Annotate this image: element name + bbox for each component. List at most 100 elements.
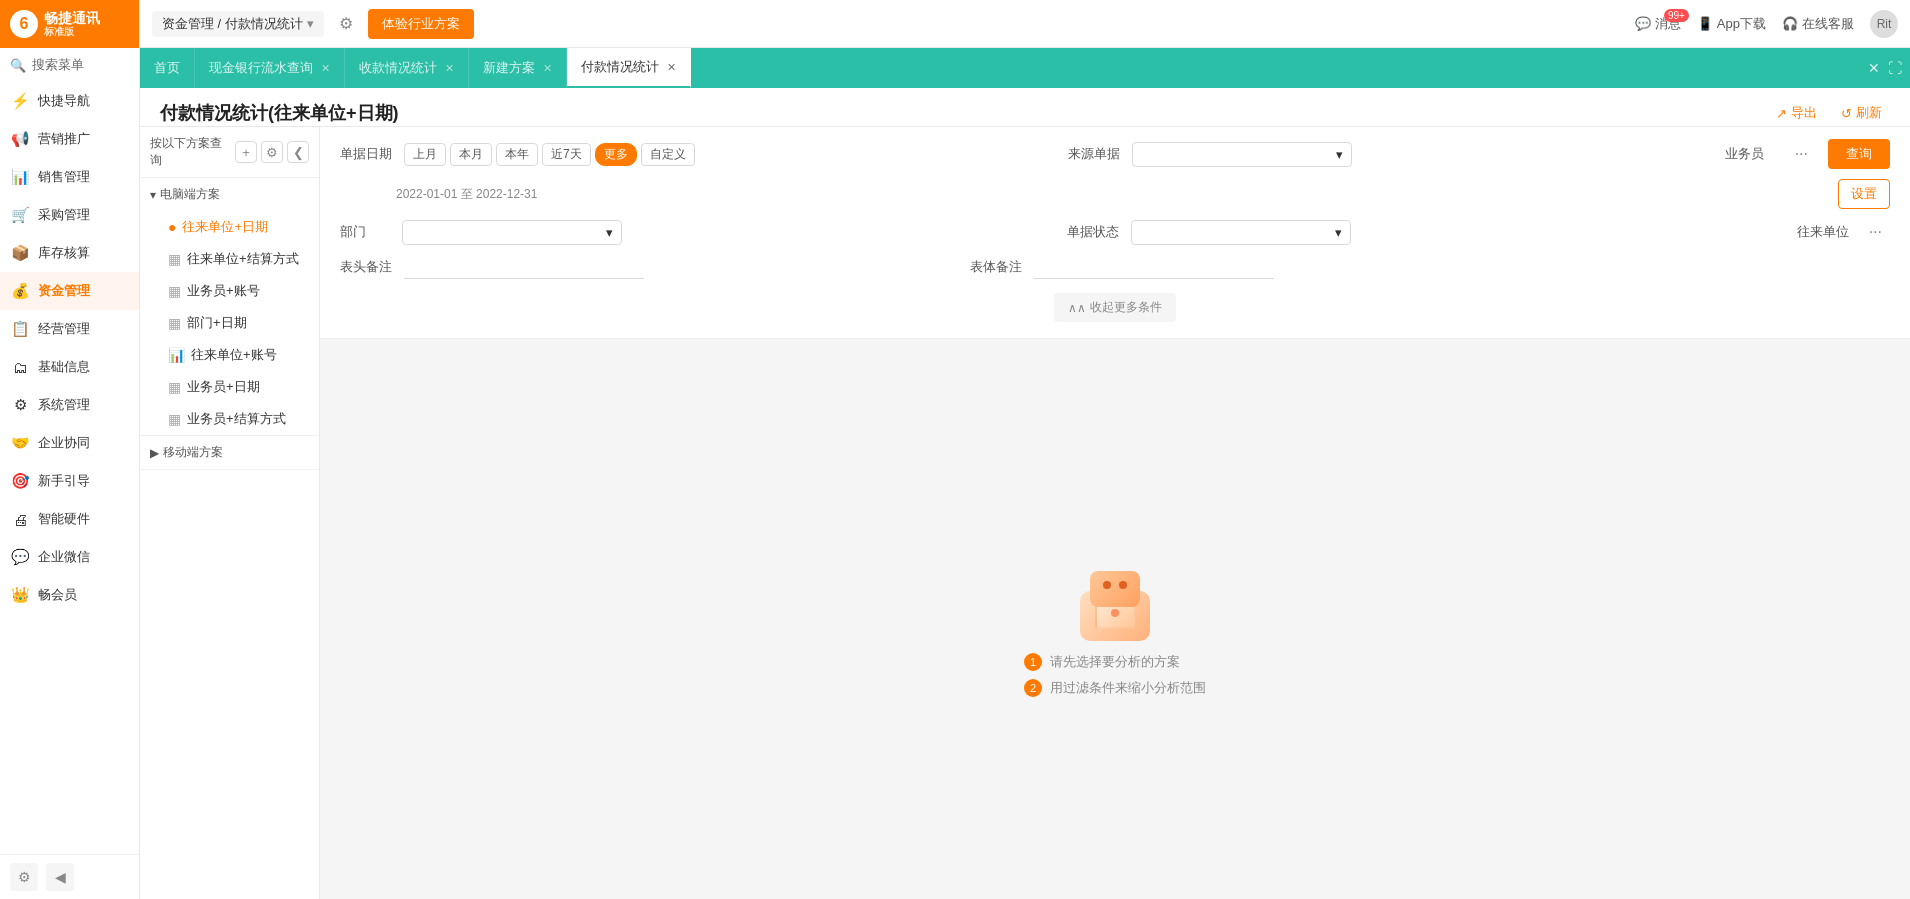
quick-nav-icon: ⚡ xyxy=(10,92,30,110)
empty-state-illustration xyxy=(1055,541,1175,641)
scheme-table-icon: ▦ xyxy=(168,283,181,299)
page-content: 付款情况统计(往来单位+日期) ↗ 导出 ↺ 刷新 按以下方案查询 + xyxy=(140,88,1910,899)
sidebar-item-guide[interactable]: 🎯 新手引导 xyxy=(0,462,139,500)
date-btn-custom[interactable]: 自定义 xyxy=(641,143,695,166)
purchase-icon: 🛒 xyxy=(10,206,30,224)
chevron-down-icon: ▾ xyxy=(606,225,613,240)
close-all-tabs-icon[interactable]: ✕ xyxy=(1868,60,1880,76)
desktop-group-title[interactable]: ▾ 电脑端方案 xyxy=(140,178,319,211)
sidebar: 6 畅捷通讯 标准版 🔍 搜索菜单 ⚡ 快捷导航 📢 营销推广 📊 销售管理 🛒… xyxy=(0,0,140,899)
tab-receipt-stats[interactable]: 收款情况统计 ✕ xyxy=(345,48,469,88)
empty-state: 1 请先选择要分析的方案 2 用过滤条件来缩小分析范围 xyxy=(320,339,1910,899)
tab-receipt-stats-close[interactable]: ✕ xyxy=(445,62,454,75)
query-button[interactable]: 查询 xyxy=(1828,139,1890,169)
date-btn-this-year[interactable]: 本年 xyxy=(496,143,538,166)
cooperation-icon: 🤝 xyxy=(10,434,30,452)
service-icon: 🎧 xyxy=(1782,16,1798,31)
header-right: 💬 消息 99+ 📱 App下载 🎧 在线客服 Rit xyxy=(1635,10,1898,38)
operation-icon: 📋 xyxy=(10,320,30,338)
source-doc-label: 来源单据 xyxy=(1068,145,1120,163)
online-service-btn[interactable]: 🎧 在线客服 xyxy=(1782,15,1854,33)
dept-select[interactable]: ▾ xyxy=(402,220,622,245)
sidebar-nav: ⚡ 快捷导航 📢 营销推广 📊 销售管理 🛒 采购管理 📦 库存核算 💰 资金管… xyxy=(0,82,139,854)
date-btn-7days[interactable]: 近7天 xyxy=(542,143,591,166)
tab-payment-stats[interactable]: 付款情况统计 ✕ xyxy=(567,48,691,88)
scheme-item-staff-settle[interactable]: ▦ 业务员+结算方式 xyxy=(140,403,319,435)
sidebar-item-sales[interactable]: 📊 销售管理 xyxy=(0,158,139,196)
scheme-settings-btn[interactable]: ⚙ xyxy=(261,141,283,163)
source-doc-select[interactable]: ▾ xyxy=(1132,142,1352,167)
basic-icon: 🗂 xyxy=(10,359,30,376)
header-gear-btn[interactable]: ⚙ xyxy=(332,10,360,38)
sidebar-collapse-btn[interactable]: ◀ xyxy=(46,863,74,891)
empty-tip-2: 2 用过滤条件来缩小分析范围 xyxy=(1024,679,1206,697)
message-icon: 💬 xyxy=(1635,16,1651,31)
setting-button[interactable]: 设置 xyxy=(1838,179,1890,209)
date-btn-last-month[interactable]: 上月 xyxy=(404,143,446,166)
page-title: 付款情况统计(往来单位+日期) xyxy=(160,101,1768,125)
avatar[interactable]: Rit xyxy=(1870,10,1898,38)
tab-new-scheme-close[interactable]: ✕ xyxy=(543,62,552,75)
filter-bar: 单据日期 上月 本月 本年 近7天 更多 自定义 来源单据 xyxy=(320,127,1910,339)
sidebar-item-marketing[interactable]: 📢 营销推广 xyxy=(0,120,139,158)
sidebar-item-quick-nav[interactable]: ⚡ 快捷导航 xyxy=(0,82,139,120)
scheme-item-dept-date[interactable]: ▦ 部门+日期 xyxy=(140,307,319,339)
tip-num-2: 2 xyxy=(1024,679,1042,697)
scheme-collapse-btn[interactable]: ❮ xyxy=(287,141,309,163)
search-menu[interactable]: 🔍 搜索菜单 xyxy=(0,48,139,82)
sidebar-item-cooperation[interactable]: 🤝 企业协同 xyxy=(0,424,139,462)
sidebar-item-vip[interactable]: 👑 畅会员 xyxy=(0,576,139,614)
tab-new-scheme[interactable]: 新建方案 ✕ xyxy=(469,48,567,88)
sidebar-item-system[interactable]: ⚙ 系统管理 xyxy=(0,386,139,424)
breadcrumb: 资金管理 / 付款情况统计 ▾ xyxy=(152,11,324,37)
scheme-active-icon: ● xyxy=(168,219,176,235)
mobile-scheme-group: ▶ 移动端方案 xyxy=(140,436,319,470)
scheme-item-staff-account[interactable]: ▦ 业务员+账号 xyxy=(140,275,319,307)
sidebar-item-operation[interactable]: 📋 经营管理 xyxy=(0,310,139,348)
collapse-filters-btn[interactable]: ∧∧ 收起更多条件 xyxy=(1054,293,1176,322)
main-body: 按以下方案查询 + ⚙ ❮ ▾ 电脑端方案 ● 往来单位+日期 xyxy=(140,127,1910,899)
date-btn-more[interactable]: 更多 xyxy=(595,143,637,166)
sidebar-bottom: ⚙ ◀ xyxy=(0,854,139,899)
mobile-group-title[interactable]: ▶ 移动端方案 xyxy=(140,436,319,469)
tab-home[interactable]: 首页 xyxy=(140,48,195,88)
header-remark-label: 表头备注 xyxy=(340,258,392,276)
chevron-right-icon: ▶ xyxy=(150,446,159,460)
export-icon: ↗ xyxy=(1776,106,1787,121)
sidebar-settings-btn[interactable]: ⚙ xyxy=(10,863,38,891)
scheme-item-partner-account[interactable]: 📊 往来单位+账号 xyxy=(140,339,319,371)
sidebar-item-wechat[interactable]: 💬 企业微信 xyxy=(0,538,139,576)
body-remark-input[interactable] xyxy=(1034,255,1274,279)
scheme-item-partner-settle[interactable]: ▦ 往来单位+结算方式 xyxy=(140,243,319,275)
tab-bank-flow-close[interactable]: ✕ xyxy=(321,62,330,75)
date-btn-this-month[interactable]: 本月 xyxy=(450,143,492,166)
export-btn[interactable]: ↗ 导出 xyxy=(1768,100,1825,126)
tab-bank-flow[interactable]: 现金银行流水查询 ✕ xyxy=(195,48,345,88)
sidebar-logo: 6 畅捷通讯 标准版 xyxy=(0,0,139,48)
header-remark-input[interactable] xyxy=(404,255,644,279)
scheme-item-staff-date[interactable]: ▦ 业务员+日期 xyxy=(140,371,319,403)
sidebar-item-inventory[interactable]: 📦 库存核算 xyxy=(0,234,139,272)
staff-select-dots[interactable]: ··· xyxy=(1787,141,1816,167)
right-content: 单据日期 上月 本月 本年 近7天 更多 自定义 来源单据 xyxy=(320,127,1910,899)
search-icon: 🔍 xyxy=(10,58,26,73)
scheme-table-icon: ▦ xyxy=(168,411,181,427)
app-download-btn[interactable]: 📱 App下载 xyxy=(1697,15,1766,33)
trial-btn[interactable]: 体验行业方案 xyxy=(368,9,474,39)
message-btn[interactable]: 💬 消息 99+ xyxy=(1635,15,1681,33)
expand-icon[interactable]: ⛶ xyxy=(1888,60,1902,76)
sidebar-item-capital[interactable]: 💰 资金管理 xyxy=(0,272,139,310)
doc-status-select[interactable]: ▾ xyxy=(1131,220,1351,245)
sidebar-item-hardware[interactable]: 🖨 智能硬件 xyxy=(0,500,139,538)
scheme-table-icon: ▦ xyxy=(168,251,181,267)
add-scheme-btn[interactable]: + xyxy=(235,141,257,163)
partner-select-dots[interactable]: ··· xyxy=(1861,219,1890,245)
scheme-item-partner-date[interactable]: ● 往来单位+日期 xyxy=(140,211,319,243)
empty-tip-1: 1 请先选择要分析的方案 xyxy=(1024,653,1206,671)
top-header: 资金管理 / 付款情况统计 ▾ ⚙ 体验行业方案 💬 消息 99+ 📱 App下… xyxy=(140,0,1910,48)
page-header: 付款情况统计(往来单位+日期) ↗ 导出 ↺ 刷新 xyxy=(140,88,1910,127)
sidebar-item-basic[interactable]: 🗂 基础信息 xyxy=(0,348,139,386)
refresh-btn[interactable]: ↺ 刷新 xyxy=(1833,100,1890,126)
sidebar-item-purchase[interactable]: 🛒 采购管理 xyxy=(0,196,139,234)
tab-payment-stats-close[interactable]: ✕ xyxy=(667,61,676,74)
